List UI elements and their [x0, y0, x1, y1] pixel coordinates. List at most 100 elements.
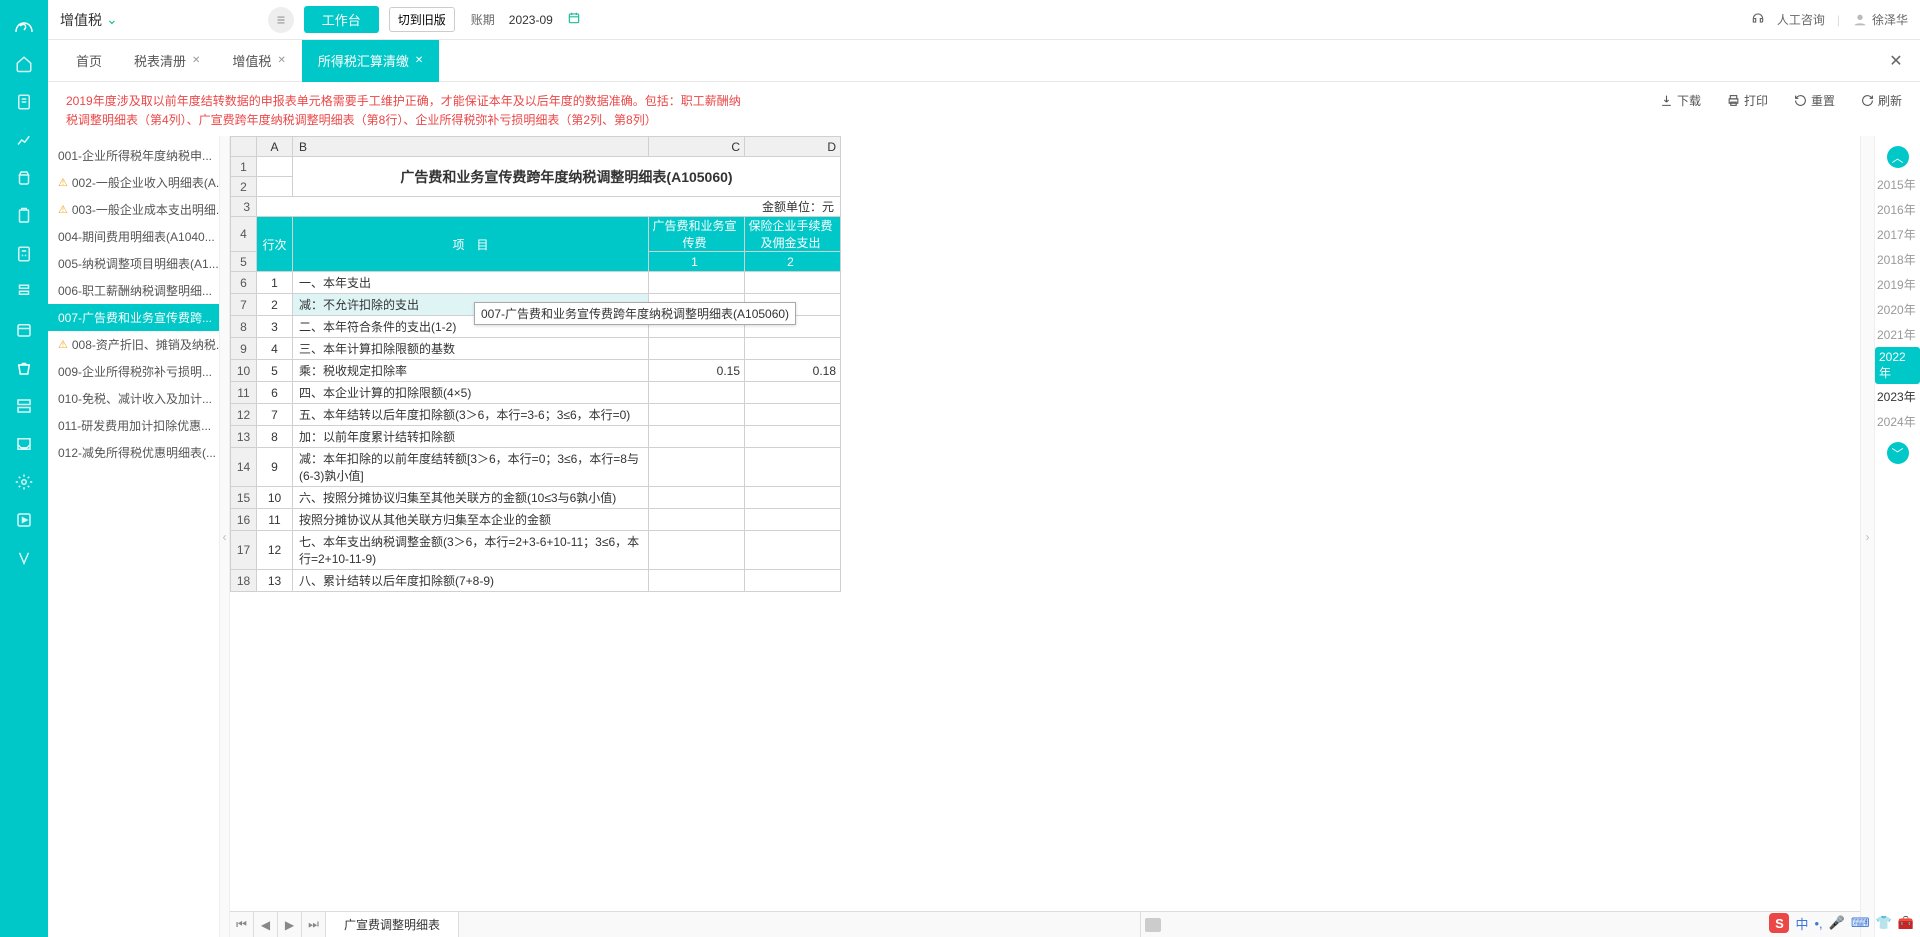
list-circle-button[interactable]	[268, 7, 294, 33]
ime-keyboard-icon[interactable]: ⌨	[1851, 915, 1870, 931]
cell-a-12[interactable]: 7	[257, 404, 293, 426]
cell-b-17[interactable]: 七、本年支出纳税调整金额(3＞6，本行=2+3-6+10-11；3≤6，本行=2…	[293, 531, 649, 570]
cell-a-7[interactable]: 2	[257, 294, 293, 316]
cell-c-12[interactable]	[649, 404, 745, 426]
cell-c-14[interactable]	[649, 448, 745, 487]
cell-b-10[interactable]: 乘：税收规定扣除率	[293, 360, 649, 382]
money-icon[interactable]	[14, 168, 34, 188]
calc-icon[interactable]	[14, 244, 34, 264]
cell-a-8[interactable]: 3	[257, 316, 293, 338]
cell-d-12[interactable]	[745, 404, 841, 426]
sheet-nav-last[interactable]: ⏭	[302, 912, 326, 937]
year-2021年[interactable]: 2021年	[1875, 322, 1920, 347]
col-header-c[interactable]: C	[649, 137, 745, 157]
year-scroll-down[interactable]: ﹀	[1887, 442, 1909, 464]
col-header-a[interactable]: A	[257, 137, 293, 157]
play-icon[interactable]	[14, 510, 34, 530]
close-all-tabs-button[interactable]: ✕	[1884, 49, 1908, 73]
tab-2[interactable]: 增值税✕	[216, 40, 301, 82]
inbox-icon[interactable]	[14, 434, 34, 454]
form-list-item-0[interactable]: 001-企业所得税年度纳税申...	[48, 142, 219, 169]
year-2015年[interactable]: 2015年	[1875, 172, 1920, 197]
print-button[interactable]: 打印	[1727, 92, 1768, 109]
tab-1[interactable]: 税表清册✕	[118, 40, 216, 82]
cell-c-6[interactable]	[649, 272, 745, 294]
cell-c-13[interactable]	[649, 426, 745, 448]
cell-a-17[interactable]: 12	[257, 531, 293, 570]
form-list-item-3[interactable]: 004-期间费用明细表(A1040...	[48, 223, 219, 250]
cell-d-11[interactable]	[745, 382, 841, 404]
tab-0[interactable]: 首页	[60, 40, 118, 82]
cell-c-17[interactable]	[649, 531, 745, 570]
tab-close-icon[interactable]: ✕	[415, 55, 423, 66]
reset-button[interactable]: 重置	[1794, 92, 1835, 109]
cell-b-12[interactable]: 五、本年结转以后年度扣除额(3＞6，本行=3-6；3≤6，本行=0)	[293, 404, 649, 426]
cell-a-13[interactable]: 8	[257, 426, 293, 448]
tab-close-icon[interactable]: ✕	[277, 55, 285, 66]
ime-mic-icon[interactable]: 🎤	[1829, 915, 1845, 931]
ime-skin-icon[interactable]: 👕	[1876, 915, 1892, 931]
expand-handle-right[interactable]: ›	[1860, 136, 1874, 937]
cell-a-10[interactable]: 5	[257, 360, 293, 382]
workbench-button[interactable]: 工作台	[304, 6, 379, 33]
cell-b-6[interactable]: 一、本年支出	[293, 272, 649, 294]
col-header-d[interactable]: D	[745, 137, 841, 157]
tax-icon[interactable]	[14, 358, 34, 378]
sheet-scroll-body[interactable]: A B C D 1广告费和业务宣传费跨年度纳税调整明细表(A105060) 2 …	[230, 136, 1860, 911]
form-list-item-4[interactable]: 005-纳税调整项目明细表(A1...	[48, 250, 219, 277]
switch-old-version-button[interactable]: 切到旧版	[389, 7, 455, 32]
cell-a-16[interactable]: 11	[257, 509, 293, 531]
tab-close-icon[interactable]: ✕	[192, 55, 200, 66]
archive-icon[interactable]	[14, 396, 34, 416]
user-menu[interactable]: 徐泽华	[1852, 11, 1908, 28]
cell-c-16[interactable]	[649, 509, 745, 531]
app-name-dropdown[interactable]: 增值税 ⌄	[60, 10, 118, 30]
horizontal-scrollbar[interactable]	[1140, 912, 1860, 937]
chart-icon[interactable]	[14, 130, 34, 150]
ime-punct-icon[interactable]: •,	[1815, 916, 1823, 931]
cell-d-17[interactable]	[745, 531, 841, 570]
cell-d-10[interactable]: 0.18	[745, 360, 841, 382]
cell-d-15[interactable]	[745, 487, 841, 509]
doc-icon[interactable]	[14, 92, 34, 112]
year-2023年[interactable]: 2023年	[1875, 384, 1920, 409]
year-2020年[interactable]: 2020年	[1875, 297, 1920, 322]
form-list-item-2[interactable]: ⚠003-一般企业成本支出明细...	[48, 196, 219, 223]
headset-icon[interactable]	[1751, 11, 1765, 28]
home-icon[interactable]	[14, 54, 34, 74]
gear-icon[interactable]	[14, 472, 34, 492]
cell-a-14[interactable]: 9	[257, 448, 293, 487]
cell-b-16[interactable]: 按照分摊协议从其他关联方归集至本企业的金额	[293, 509, 649, 531]
form-list-item-6[interactable]: 007-广告费和业务宣传费跨...	[48, 304, 219, 331]
period-value[interactable]: 2023-09	[509, 13, 553, 27]
col-header-b[interactable]: B	[293, 137, 649, 157]
collapse-handle[interactable]: ‹	[220, 136, 230, 937]
template-icon[interactable]	[14, 282, 34, 302]
year-2024年[interactable]: 2024年	[1875, 409, 1920, 434]
cell-a-18[interactable]: 13	[257, 570, 293, 592]
sheet-nav-prev[interactable]: ◀	[254, 912, 278, 937]
cell-d-14[interactable]	[745, 448, 841, 487]
cell-a-15[interactable]: 10	[257, 487, 293, 509]
cell-d-18[interactable]	[745, 570, 841, 592]
cell-c-18[interactable]	[649, 570, 745, 592]
cell-b-15[interactable]: 六、按照分摊协议归集至其他关联方的金额(10≤3与6孰小值)	[293, 487, 649, 509]
form-list-item-8[interactable]: 009-企业所得税弥补亏损明...	[48, 358, 219, 385]
consult-link[interactable]: 人工咨询	[1777, 11, 1825, 28]
calendar-icon[interactable]	[567, 11, 581, 28]
cell-b-9[interactable]: 三、本年计算扣除限额的基数	[293, 338, 649, 360]
cell-d-9[interactable]	[745, 338, 841, 360]
ime-toolbox-icon[interactable]: 🧰	[1898, 915, 1914, 931]
form-list-item-11[interactable]: 012-减免所得税优惠明细表(...	[48, 439, 219, 466]
cell-c-9[interactable]	[649, 338, 745, 360]
cell-d-6[interactable]	[745, 272, 841, 294]
form-list-item-7[interactable]: ⚠008-资产折旧、摊销及纳税...	[48, 331, 219, 358]
cell-c-15[interactable]	[649, 487, 745, 509]
form-list-item-10[interactable]: 011-研发费用加计扣除优惠...	[48, 412, 219, 439]
year-2018年[interactable]: 2018年	[1875, 247, 1920, 272]
cell-b-11[interactable]: 四、本企业计算的扣除限额(4×5)	[293, 382, 649, 404]
sheet-nav-next[interactable]: ▶	[278, 912, 302, 937]
cell-b-13[interactable]: 加：以前年度累计结转扣除额	[293, 426, 649, 448]
refresh-button[interactable]: 刷新	[1861, 92, 1902, 109]
download-button[interactable]: 下载	[1660, 92, 1701, 109]
